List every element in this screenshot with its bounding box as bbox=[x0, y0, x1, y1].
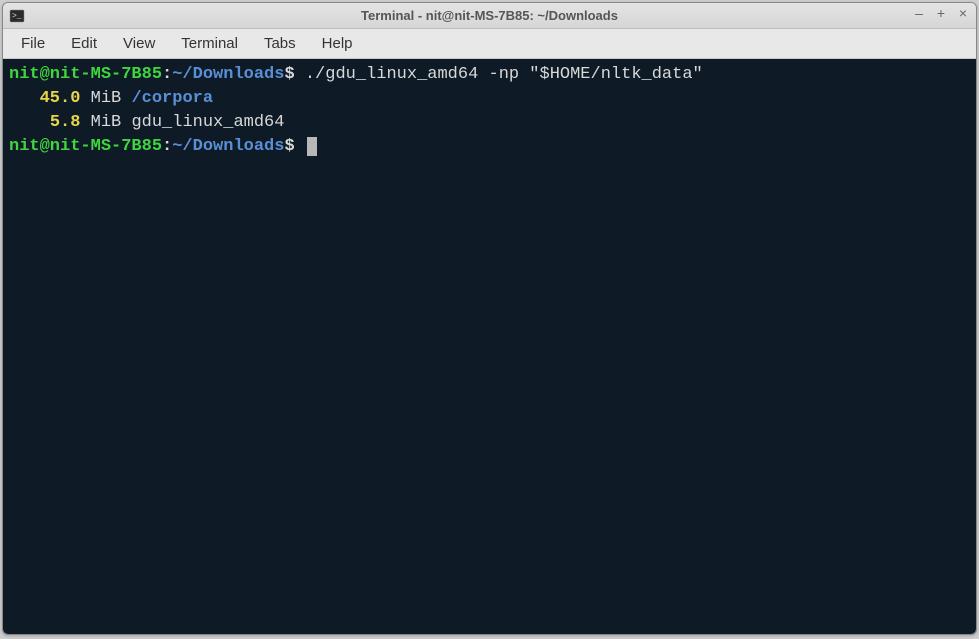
size-pad bbox=[9, 89, 40, 108]
window-controls: – + × bbox=[912, 6, 970, 20]
prompt-dollar: $ bbox=[284, 137, 294, 156]
terminal-window: >_ Terminal - nit@nit-MS-7B85: ~/Downloa… bbox=[2, 2, 977, 635]
prompt-line-2: nit@nit-MS-7B85:~/Downloads$ bbox=[9, 135, 970, 159]
menu-view[interactable]: View bbox=[111, 31, 167, 56]
close-button[interactable]: × bbox=[956, 6, 970, 20]
prompt-dollar: $ bbox=[284, 65, 294, 84]
menubar: File Edit View Terminal Tabs Help bbox=[3, 29, 976, 59]
menu-tabs[interactable]: Tabs bbox=[252, 31, 308, 56]
size-unit: MiB bbox=[80, 89, 131, 108]
prompt-user-host: nit@nit-MS-7B85 bbox=[9, 137, 162, 156]
menu-file[interactable]: File bbox=[9, 31, 57, 56]
output-line: 45.0 MiB /corpora bbox=[9, 87, 970, 111]
minimize-button[interactable]: – bbox=[912, 6, 926, 20]
maximize-button[interactable]: + bbox=[934, 6, 948, 20]
menu-help[interactable]: Help bbox=[310, 31, 365, 56]
prompt-path: ~/Downloads bbox=[172, 65, 284, 84]
prompt-path: ~/Downloads bbox=[172, 137, 284, 156]
size-unit: MiB bbox=[80, 113, 131, 132]
file-name: gdu_linux_amd64 bbox=[131, 113, 284, 132]
size-value: 5.8 bbox=[50, 113, 81, 132]
terminal-content[interactable]: nit@nit-MS-7B85:~/Downloads$ ./gdu_linux… bbox=[3, 59, 976, 634]
titlebar[interactable]: >_ Terminal - nit@nit-MS-7B85: ~/Downloa… bbox=[3, 3, 976, 29]
prompt-colon: : bbox=[162, 137, 172, 156]
prompt-user-host: nit@nit-MS-7B85 bbox=[9, 65, 162, 84]
menu-edit[interactable]: Edit bbox=[59, 31, 109, 56]
command-text: ./gdu_linux_amd64 -np "$HOME/nltk_data" bbox=[295, 65, 703, 84]
directory-name: /corpora bbox=[131, 89, 213, 108]
svg-text:>_: >_ bbox=[12, 12, 22, 21]
size-pad bbox=[9, 113, 50, 132]
window-title: Terminal - nit@nit-MS-7B85: ~/Downloads bbox=[361, 8, 618, 23]
cursor bbox=[307, 137, 317, 156]
prompt-line-1: nit@nit-MS-7B85:~/Downloads$ ./gdu_linux… bbox=[9, 63, 970, 87]
size-value: 45.0 bbox=[40, 89, 81, 108]
prompt-colon: : bbox=[162, 65, 172, 84]
terminal-app-icon: >_ bbox=[9, 8, 25, 24]
output-line: 5.8 MiB gdu_linux_amd64 bbox=[9, 111, 970, 135]
menu-terminal[interactable]: Terminal bbox=[169, 31, 250, 56]
